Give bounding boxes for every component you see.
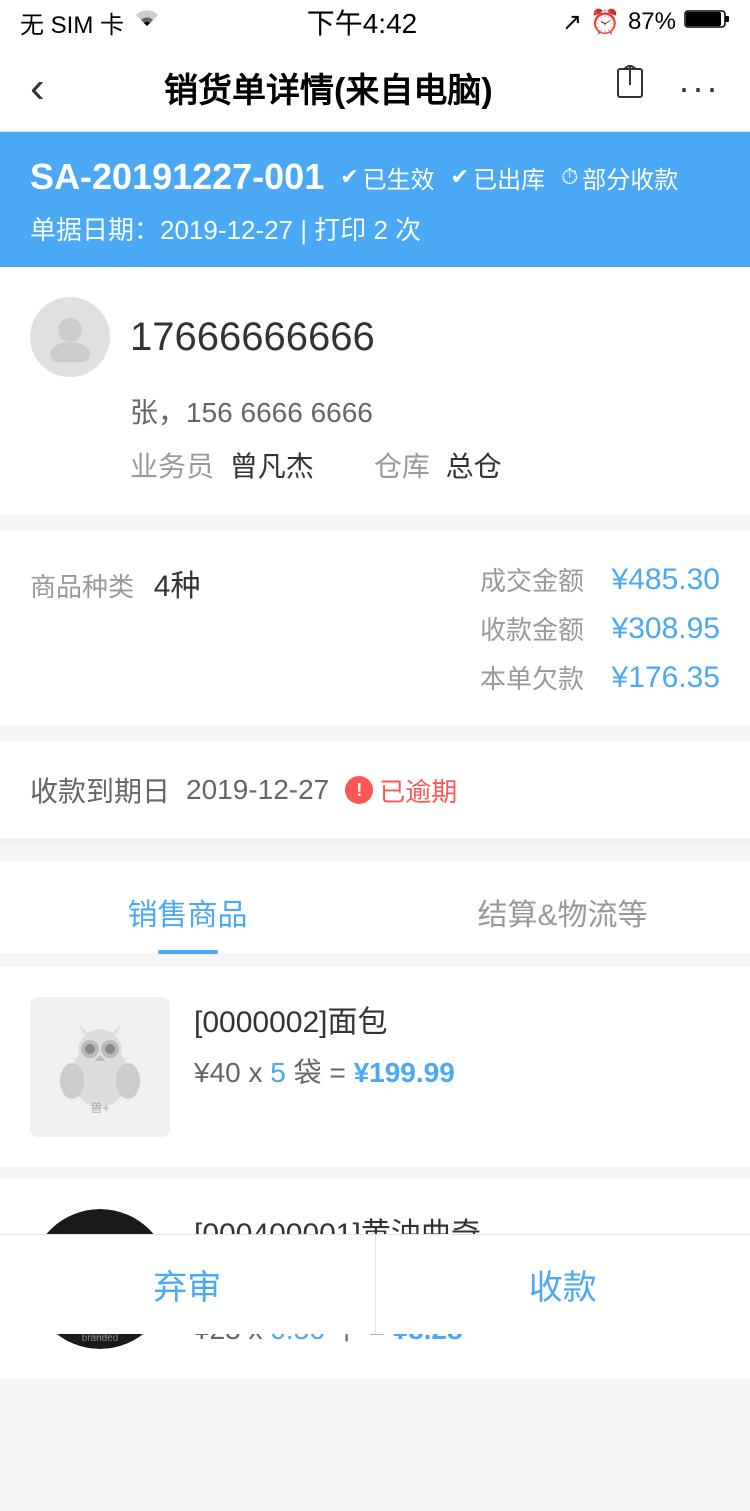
warehouse-label: 仓库 bbox=[374, 451, 430, 482]
more-button[interactable]: ··· bbox=[678, 67, 720, 109]
collected-label: 收款金额 bbox=[480, 610, 584, 647]
customer-name-phone: 张，156 6666 6666 bbox=[30, 391, 720, 431]
deal-value: ¥485.30 bbox=[600, 563, 720, 597]
customer-id: 17666666666 bbox=[130, 315, 375, 360]
status-right: ↗ ⏰ 87% bbox=[562, 8, 730, 37]
amounts-left: 商品种类 4种 bbox=[30, 561, 200, 605]
collected-value: ¥308.95 bbox=[600, 612, 720, 646]
bottom-bar: 弃审 收款 bbox=[0, 1234, 750, 1334]
amounts-section: 商品种类 4种 成交金额 ¥485.30 收款金额 ¥308.95 本单欠款 ¥… bbox=[0, 531, 750, 726]
salesperson-value: 曾凡杰 bbox=[230, 451, 314, 482]
back-button[interactable]: ‹ bbox=[30, 63, 45, 113]
product-item-1: 兽+ [0000002]面包 ¥40 x 5 袋 = ¥199.99 bbox=[0, 967, 750, 1167]
product-price-row-1: ¥40 x 5 袋 = ¥199.99 bbox=[194, 1051, 720, 1091]
share-button[interactable] bbox=[612, 65, 648, 110]
badge-shipped: ✔ 已出库 bbox=[451, 160, 545, 195]
svg-text:branded: branded bbox=[82, 1333, 119, 1344]
collected-amount-row: 收款金额 ¥308.95 bbox=[480, 610, 720, 647]
product-types-value: 4种 bbox=[154, 570, 201, 603]
wifi-icon bbox=[132, 8, 162, 37]
product-info-1: [0000002]面包 ¥40 x 5 袋 = ¥199.99 bbox=[194, 997, 720, 1091]
order-id-row: SA-20191227-001 ✔ 已生效 ✔ 已出库 ⏱ 部分收款 bbox=[30, 156, 720, 198]
product-image-1: 兽+ bbox=[30, 997, 170, 1137]
status-bar: 无 SIM 卡 下午4:42 ↗ ⏰ 87% bbox=[0, 0, 750, 44]
order-id: SA-20191227-001 bbox=[30, 156, 324, 198]
product-types-label: 商品种类 bbox=[30, 572, 134, 602]
reject-button[interactable]: 弃审 bbox=[0, 1235, 376, 1334]
badge-partial: ⏱ 部分收款 bbox=[561, 160, 678, 195]
order-header: SA-20191227-001 ✔ 已生效 ✔ 已出库 ⏱ 部分收款 单据日期：… bbox=[0, 132, 750, 267]
debt-amount-row: 本单欠款 ¥176.35 bbox=[480, 659, 720, 696]
section-divider-1 bbox=[0, 515, 750, 531]
clock-icon: ⏱ bbox=[561, 164, 578, 190]
debt-label: 本单欠款 bbox=[480, 659, 584, 696]
status-left: 无 SIM 卡 bbox=[20, 5, 162, 40]
check-icon-2: ✔ bbox=[451, 164, 469, 190]
due-label: 收款到期日 bbox=[30, 770, 170, 810]
debt-value: ¥176.35 bbox=[600, 661, 720, 695]
svg-text:兽+: 兽+ bbox=[90, 1101, 109, 1115]
product-list: 兽+ [0000002]面包 ¥40 x 5 袋 = ¥199.99 bbox=[0, 955, 750, 1511]
nav-bar: ‹ 销货单详情(来自电脑) ··· bbox=[0, 44, 750, 132]
product-name-1: [0000002]面包 bbox=[194, 997, 720, 1041]
collect-button[interactable]: 收款 bbox=[376, 1235, 750, 1334]
tab-sales-products[interactable]: 销售商品 bbox=[0, 862, 375, 954]
status-time: 下午4:42 bbox=[307, 2, 418, 42]
due-section: 收款到期日 2019-12-27 ! 已逾期 bbox=[0, 742, 750, 846]
due-date: 2019-12-27 bbox=[186, 774, 329, 806]
customer-info-row: 业务员 曾凡杰 仓库 总仓 bbox=[30, 445, 720, 485]
battery-level: 87% bbox=[628, 8, 676, 36]
overdue-badge: ! 已逾期 bbox=[345, 772, 457, 809]
battery-icon bbox=[684, 8, 730, 37]
badge-effective: ✔ 已生效 bbox=[340, 160, 434, 195]
deal-label: 成交金额 bbox=[480, 561, 584, 598]
customer-section: 17666666666 张，156 6666 6666 业务员 曾凡杰 仓库 总… bbox=[0, 267, 750, 515]
tabs-section: 销售商品 结算&物流等 bbox=[0, 862, 750, 955]
location-icon: ↗ bbox=[562, 8, 582, 37]
amounts-right: 成交金额 ¥485.30 收款金额 ¥308.95 本单欠款 ¥176.35 bbox=[480, 561, 720, 696]
salesperson-label: 业务员 bbox=[130, 451, 214, 482]
deal-amount-row: 成交金额 ¥485.30 bbox=[480, 561, 720, 598]
avatar bbox=[30, 297, 110, 377]
tab-settlement-logistics[interactable]: 结算&物流等 bbox=[375, 862, 750, 954]
customer-top: 17666666666 bbox=[30, 297, 720, 377]
overdue-text: 已逾期 bbox=[379, 772, 457, 809]
sim-status: 无 SIM 卡 bbox=[20, 5, 124, 40]
page-title: 销货单详情(来自电脑) bbox=[164, 63, 493, 112]
nav-actions: ··· bbox=[612, 65, 720, 110]
order-meta: 单据日期：2019-12-27 | 打印 2 次 bbox=[30, 210, 720, 247]
overdue-icon: ! bbox=[345, 776, 373, 804]
check-icon: ✔ bbox=[340, 164, 358, 190]
warehouse-value: 总仓 bbox=[446, 451, 502, 482]
alarm-icon: ⏰ bbox=[590, 8, 620, 37]
